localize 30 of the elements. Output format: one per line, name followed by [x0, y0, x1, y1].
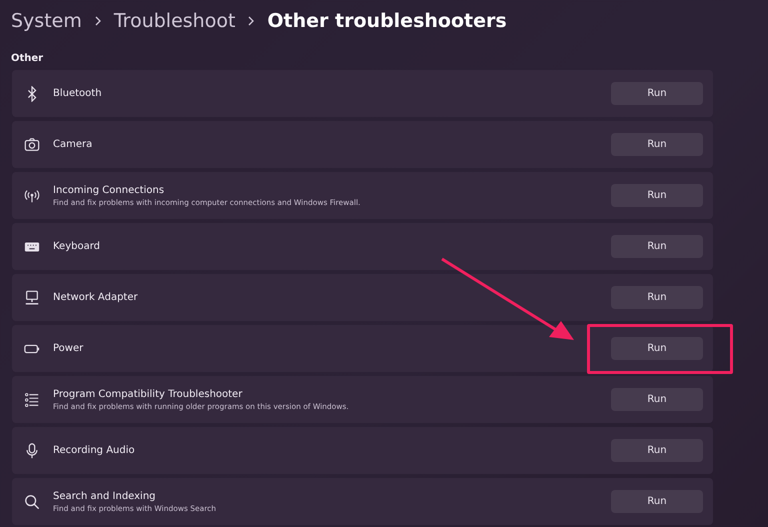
breadcrumb-item[interactable]: System — [11, 10, 82, 32]
troubleshooter-title: Network Adapter — [53, 292, 139, 303]
run-button[interactable]: Run — [611, 388, 703, 411]
antenna-icon — [24, 188, 40, 204]
microphone-icon — [24, 442, 40, 458]
troubleshooter-title: Power — [53, 343, 84, 354]
search-icon — [24, 494, 40, 510]
run-button[interactable]: Run — [611, 184, 703, 207]
run-button[interactable]: Run — [611, 337, 703, 360]
breadcrumb-item: Other troubleshooters — [267, 10, 507, 32]
breadcrumb-item[interactable]: Troubleshoot — [114, 10, 236, 32]
camera-icon — [24, 136, 40, 152]
troubleshooter-title: Keyboard — [53, 241, 102, 252]
run-button[interactable]: Run — [611, 82, 703, 105]
chevron-icon — [94, 16, 102, 26]
troubleshooter-title: Camera — [53, 139, 94, 150]
run-button[interactable]: Run — [611, 439, 703, 462]
chevron-icon — [247, 16, 256, 26]
troubleshooter-title: Incoming Connections — [53, 184, 166, 196]
troubleshooter-title: Recording Audio — [53, 445, 136, 456]
run-button[interactable]: Run — [611, 286, 703, 309]
run-button[interactable]: Run — [611, 235, 703, 258]
troubleshooter-title: Program Compatibility Troubleshooter — [53, 388, 244, 400]
computer-icon — [24, 290, 40, 306]
section-heading: Other — [10, 52, 44, 66]
run-button[interactable]: Run — [611, 133, 703, 156]
troubleshooter-title: Bluetooth — [53, 88, 103, 99]
troubleshooter-title: Search and Indexing — [53, 490, 157, 502]
run-button[interactable]: Run — [611, 490, 703, 513]
list-icon — [24, 392, 40, 408]
